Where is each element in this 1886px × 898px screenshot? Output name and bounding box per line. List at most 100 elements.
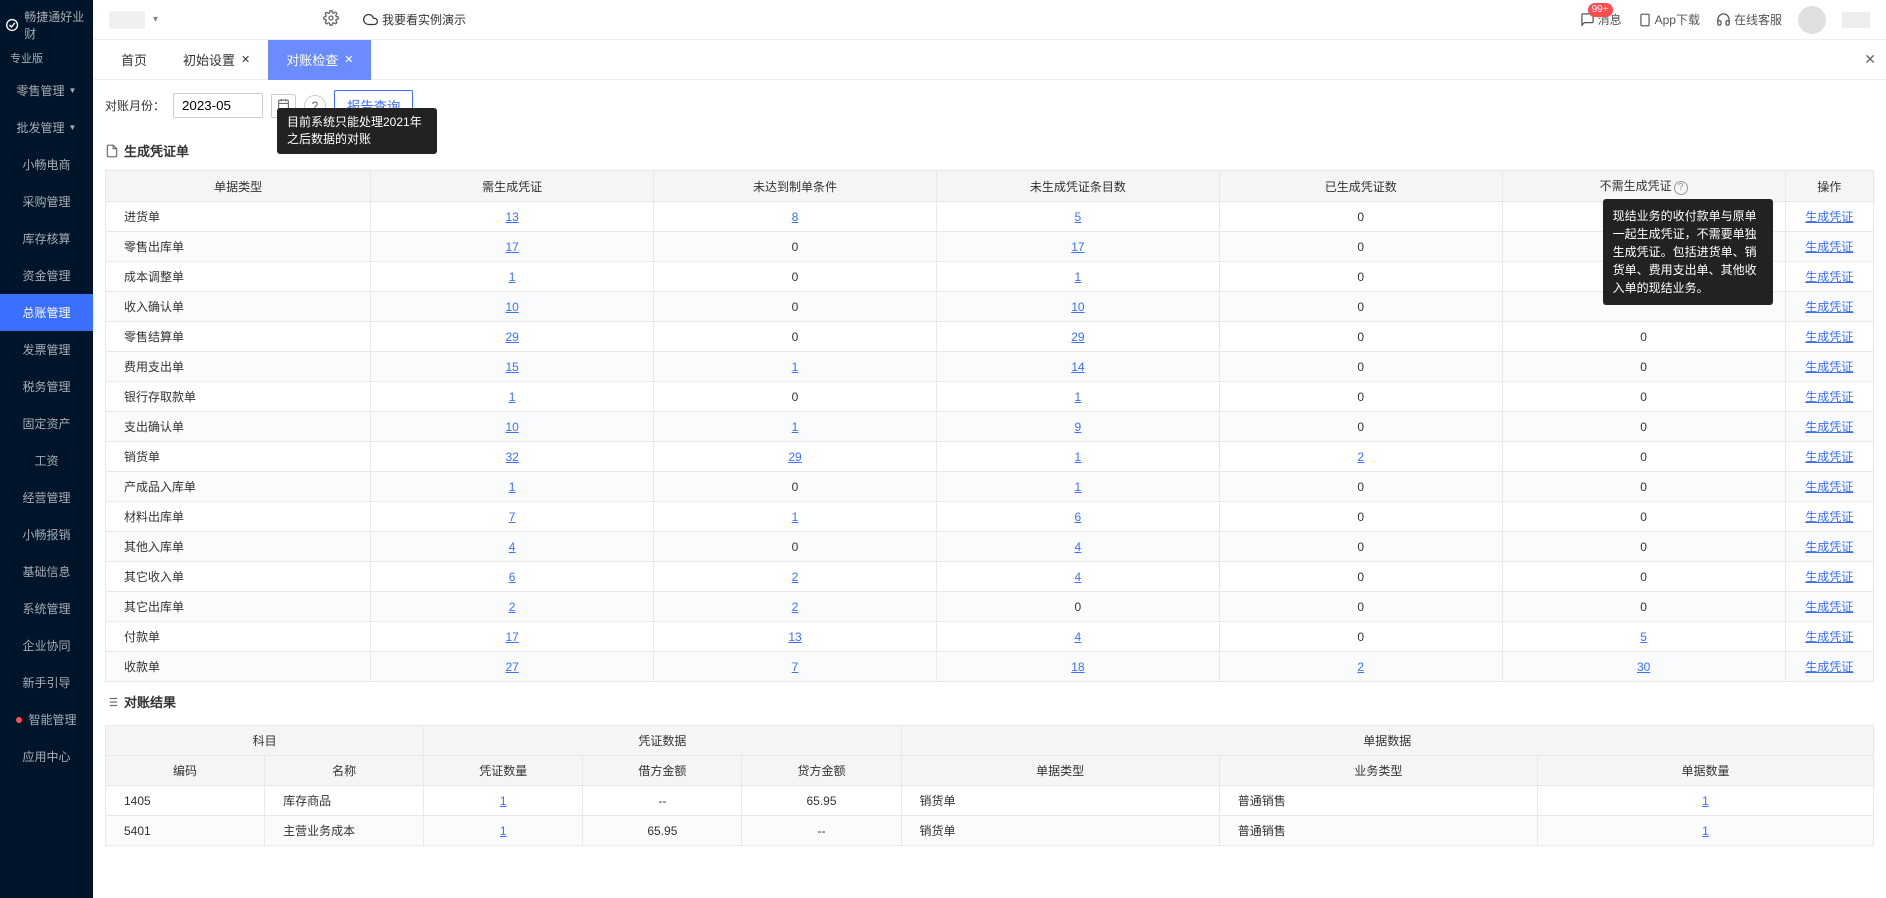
- sidebar-item[interactable]: 企业协同: [0, 627, 93, 664]
- sidebar-item[interactable]: 发票管理: [0, 331, 93, 368]
- value-link[interactable]: 10: [505, 420, 518, 434]
- generate-voucher-link[interactable]: 生成凭证: [1805, 300, 1853, 314]
- value-link[interactable]: 5: [1075, 210, 1082, 224]
- sidebar-item[interactable]: 库存核算: [0, 220, 93, 257]
- generate-voucher-link[interactable]: 生成凭证: [1805, 630, 1853, 644]
- sidebar-item[interactable]: 经营管理: [0, 479, 93, 516]
- value-link[interactable]: 2: [792, 570, 799, 584]
- sidebar-item[interactable]: 新手引导: [0, 664, 93, 701]
- org-selector[interactable]: ▾: [109, 11, 309, 29]
- generate-voucher-link[interactable]: 生成凭证: [1805, 360, 1853, 374]
- value-link[interactable]: 15: [505, 360, 518, 374]
- value-link[interactable]: 29: [788, 450, 801, 464]
- sidebar-item[interactable]: 智能管理: [0, 701, 93, 738]
- cell-action: 生成凭证: [1785, 592, 1873, 622]
- value-link[interactable]: 8: [792, 210, 799, 224]
- value-link[interactable]: 1: [1075, 390, 1082, 404]
- value-link[interactable]: 1: [1075, 480, 1082, 494]
- value-link[interactable]: 2: [509, 600, 516, 614]
- generate-voucher-link[interactable]: 生成凭证: [1805, 540, 1853, 554]
- value-link[interactable]: 10: [505, 300, 518, 314]
- value-link[interactable]: 1: [792, 360, 799, 374]
- sidebar-item[interactable]: 小畅报销: [0, 516, 93, 553]
- close-all-tabs-icon[interactable]: ✕: [1864, 51, 1876, 68]
- generate-voucher-link[interactable]: 生成凭证: [1805, 510, 1853, 524]
- value-link[interactable]: 7: [792, 660, 799, 674]
- month-input[interactable]: [173, 93, 263, 118]
- tab[interactable]: 首页: [103, 40, 165, 80]
- sidebar-item[interactable]: 批发管理▼: [0, 109, 93, 146]
- value-link[interactable]: 18: [1071, 660, 1084, 674]
- value-link[interactable]: 4: [1075, 630, 1082, 644]
- value-link[interactable]: 1: [509, 390, 516, 404]
- value-link[interactable]: 30: [1637, 660, 1650, 674]
- info-icon[interactable]: ?: [1674, 181, 1688, 195]
- value-link[interactable]: 4: [1075, 540, 1082, 554]
- tab[interactable]: 对账检查✕: [268, 40, 371, 80]
- value-link[interactable]: 1: [1702, 824, 1709, 838]
- gear-icon[interactable]: [323, 10, 339, 29]
- generate-voucher-link[interactable]: 生成凭证: [1805, 270, 1853, 284]
- value-link[interactable]: 2: [792, 600, 799, 614]
- value-link[interactable]: 1: [1702, 794, 1709, 808]
- generate-voucher-link[interactable]: 生成凭证: [1805, 480, 1853, 494]
- generate-voucher-link[interactable]: 生成凭证: [1805, 420, 1853, 434]
- sidebar-item[interactable]: 系统管理: [0, 590, 93, 627]
- sidebar-item[interactable]: 零售管理▼: [0, 72, 93, 109]
- generate-voucher-link[interactable]: 生成凭证: [1805, 210, 1853, 224]
- value-link[interactable]: 32: [505, 450, 518, 464]
- value-link[interactable]: 4: [1075, 570, 1082, 584]
- demo-link[interactable]: 我要看实例演示: [363, 11, 466, 28]
- value-link[interactable]: 17: [505, 630, 518, 644]
- value-link[interactable]: 1: [792, 420, 799, 434]
- value-link[interactable]: 13: [505, 210, 518, 224]
- avatar[interactable]: [1798, 6, 1826, 34]
- value-link[interactable]: 1: [792, 510, 799, 524]
- value-link[interactable]: 17: [505, 240, 518, 254]
- messages-button[interactable]: 消息 99+: [1580, 11, 1622, 28]
- sidebar-item[interactable]: 小畅电商: [0, 146, 93, 183]
- sidebar-item[interactable]: 固定资产: [0, 405, 93, 442]
- value-link[interactable]: 29: [1071, 330, 1084, 344]
- value-link[interactable]: 6: [1075, 510, 1082, 524]
- value-link[interactable]: 1: [1075, 450, 1082, 464]
- sidebar-item[interactable]: 税务管理: [0, 368, 93, 405]
- sidebar-item[interactable]: 采购管理: [0, 183, 93, 220]
- value-link[interactable]: 7: [509, 510, 516, 524]
- generate-voucher-link[interactable]: 生成凭证: [1805, 660, 1853, 674]
- value-link[interactable]: 1: [509, 480, 516, 494]
- cell-value: 4: [936, 532, 1219, 562]
- sidebar-item[interactable]: 应用中心: [0, 738, 93, 775]
- value-link[interactable]: 6: [509, 570, 516, 584]
- value-link[interactable]: 13: [788, 630, 801, 644]
- generate-voucher-link[interactable]: 生成凭证: [1805, 330, 1853, 344]
- value-link[interactable]: 29: [505, 330, 518, 344]
- generate-voucher-link[interactable]: 生成凭证: [1805, 240, 1853, 254]
- generate-voucher-link[interactable]: 生成凭证: [1805, 390, 1853, 404]
- value-link[interactable]: 5: [1640, 630, 1647, 644]
- sidebar-item[interactable]: 工资: [0, 442, 93, 479]
- value-link[interactable]: 2: [1357, 660, 1364, 674]
- generate-voucher-link[interactable]: 生成凭证: [1805, 450, 1853, 464]
- sidebar-item[interactable]: 总账管理: [0, 294, 93, 331]
- value-link[interactable]: 1: [500, 824, 507, 838]
- close-icon[interactable]: ✕: [241, 53, 250, 66]
- value-link[interactable]: 4: [509, 540, 516, 554]
- value-link[interactable]: 1: [500, 794, 507, 808]
- generate-voucher-link[interactable]: 生成凭证: [1805, 600, 1853, 614]
- value-link[interactable]: 1: [509, 270, 516, 284]
- value-link[interactable]: 27: [505, 660, 518, 674]
- value-link[interactable]: 9: [1075, 420, 1082, 434]
- value-link[interactable]: 1: [1075, 270, 1082, 284]
- app-download-button[interactable]: App下载: [1638, 11, 1700, 28]
- sidebar-item[interactable]: 基础信息: [0, 553, 93, 590]
- sidebar-item[interactable]: 资金管理: [0, 257, 93, 294]
- value-link[interactable]: 14: [1071, 360, 1084, 374]
- generate-voucher-link[interactable]: 生成凭证: [1805, 570, 1853, 584]
- value-link[interactable]: 10: [1071, 300, 1084, 314]
- tab[interactable]: 初始设置✕: [165, 40, 268, 80]
- value-link[interactable]: 17: [1071, 240, 1084, 254]
- value-link[interactable]: 2: [1357, 450, 1364, 464]
- customer-service-button[interactable]: 在线客服: [1716, 11, 1782, 28]
- close-icon[interactable]: ✕: [344, 53, 353, 66]
